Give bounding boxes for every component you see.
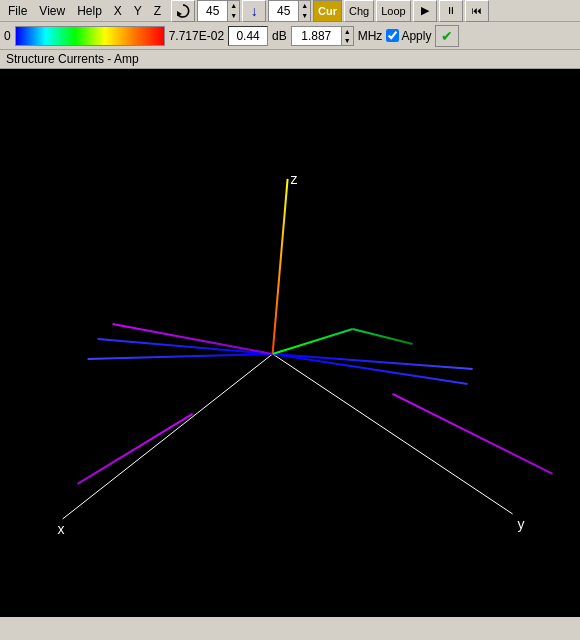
chg-button[interactable]: Chg	[344, 0, 374, 22]
x-rotation-down[interactable]: ▼	[228, 11, 239, 21]
color-gradient	[15, 26, 165, 46]
freq-up[interactable]: ▲	[342, 27, 353, 36]
pause-button[interactable]: ⏸	[439, 0, 463, 22]
menu-file[interactable]: File	[2, 2, 33, 20]
plot-title-bar: Structure Currents - Amp	[0, 50, 580, 69]
freq-spinbox[interactable]: ▲ ▼	[291, 26, 354, 46]
y-rotation-down[interactable]: ▼	[299, 11, 310, 21]
db-value-input[interactable]	[228, 26, 268, 46]
menu-help[interactable]: Help	[71, 2, 108, 20]
y-rotation-spinbox[interactable]: ▲ ▼	[268, 0, 311, 22]
scale-bar: 0 7.717E-02 dB ▲ ▼ MHz Apply ✔	[0, 22, 580, 50]
menu-view[interactable]: View	[33, 2, 71, 20]
rewind-button[interactable]: ⏮	[465, 0, 489, 22]
menu-z[interactable]: Z	[148, 2, 167, 20]
apply-checkbox-group: Apply	[386, 29, 431, 43]
db-label: dB	[272, 29, 287, 43]
menu-y[interactable]: Y	[128, 2, 148, 20]
apply-checkmark-button[interactable]: ✔	[435, 25, 459, 47]
plot-area	[0, 69, 580, 617]
plot-canvas[interactable]	[0, 69, 580, 617]
freq-input[interactable]	[291, 26, 341, 46]
plot-title: Structure Currents - Amp	[6, 52, 139, 66]
freq-down[interactable]: ▼	[342, 36, 353, 45]
apply-label: Apply	[401, 29, 431, 43]
x-rotation-spinbox[interactable]: ▲ ▼	[197, 0, 240, 22]
y-axis-icon[interactable]: ↓	[242, 0, 266, 22]
scale-max-label: 7.717E-02	[169, 29, 224, 43]
menu-x[interactable]: X	[108, 2, 128, 20]
rotate-icon	[175, 3, 191, 19]
menu-bar: File View Help X Y Z ▲ ▼ ↓ ▲ ▼	[0, 0, 580, 22]
apply-checkbox[interactable]	[386, 29, 399, 42]
y-rotation-input[interactable]	[268, 0, 298, 22]
loop-button[interactable]: Loop	[376, 0, 410, 22]
freq-spin-arrows[interactable]: ▲ ▼	[341, 26, 354, 46]
x-rotation-up[interactable]: ▲	[228, 1, 239, 11]
x-rotation-arrows[interactable]: ▲ ▼	[227, 0, 240, 22]
play-button[interactable]: ▶	[413, 0, 437, 22]
scale-min-label: 0	[4, 29, 11, 43]
x-rotation-input[interactable]	[197, 0, 227, 22]
y-rotation-arrows[interactable]: ▲ ▼	[298, 0, 311, 22]
freq-unit-label: MHz	[358, 29, 383, 43]
y-rotation-up[interactable]: ▲	[299, 1, 310, 11]
cur-button[interactable]: Cur	[313, 0, 342, 22]
rotate-button[interactable]	[171, 0, 195, 22]
